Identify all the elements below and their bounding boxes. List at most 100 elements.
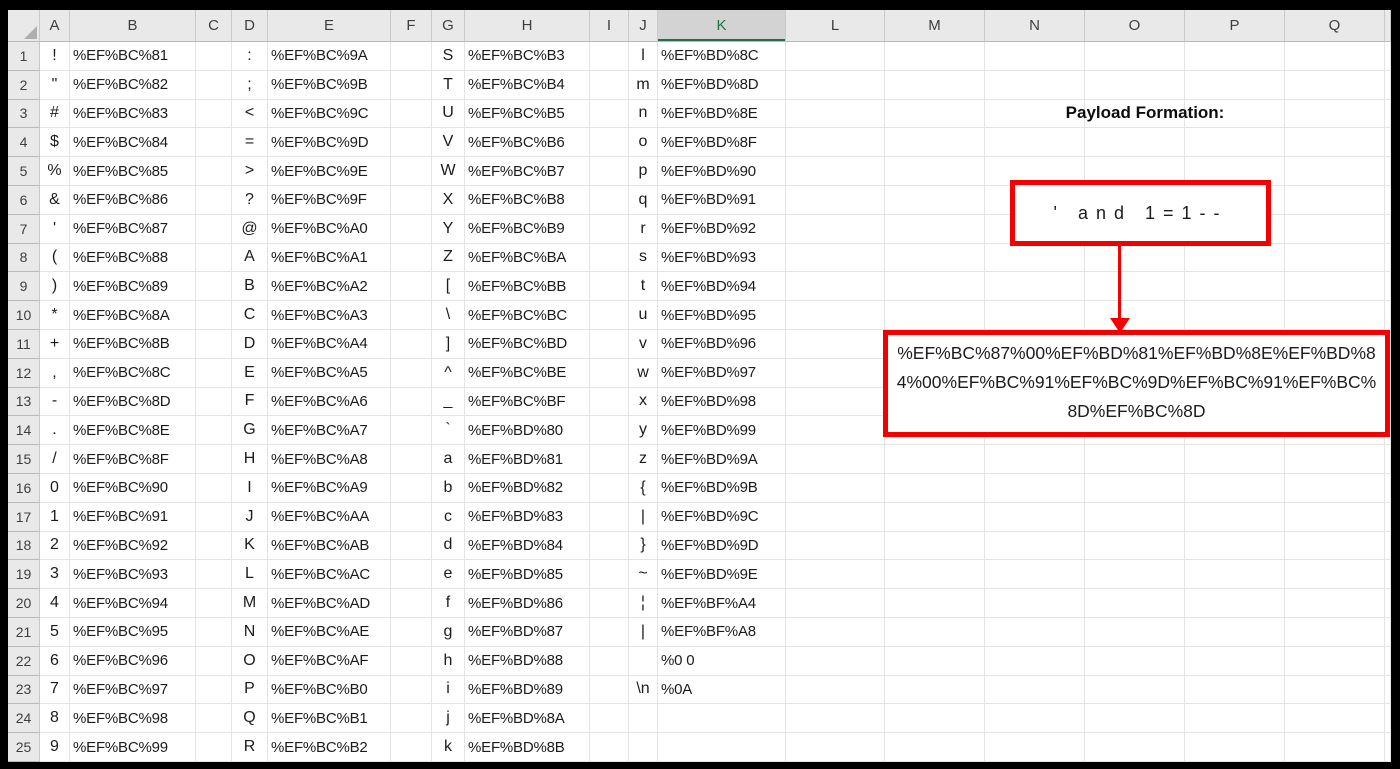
cell-J14[interactable]: y — [629, 416, 658, 446]
cell-L14[interactable] — [786, 416, 885, 446]
cell-Q17[interactable] — [1285, 502, 1385, 532]
cell-J13[interactable]: x — [629, 387, 658, 417]
column-header-i[interactable]: I — [590, 10, 629, 42]
cell-G23[interactable]: i — [432, 675, 465, 705]
cell-D25[interactable]: R — [232, 733, 268, 762]
cell-P16[interactable] — [1185, 473, 1285, 503]
row-header-6[interactable]: 6 — [8, 185, 40, 215]
cell-O16[interactable] — [1085, 473, 1185, 503]
cell-J22[interactable] — [629, 646, 658, 676]
cell-K20[interactable]: %EF%BF%A4 — [658, 589, 786, 618]
cell-E8[interactable]: %EF%BC%A1 — [268, 243, 391, 273]
cell-F10[interactable] — [391, 301, 432, 330]
cell-A16[interactable]: 0 — [40, 473, 70, 503]
cell-O25[interactable] — [1085, 733, 1185, 762]
cell-G7[interactable]: Y — [432, 214, 465, 244]
cell-B1[interactable]: %EF%BC%81 — [70, 42, 196, 71]
cell-I3[interactable] — [590, 99, 629, 129]
cell-C23[interactable] — [196, 675, 232, 705]
cell-I10[interactable] — [590, 301, 629, 330]
cell-O21[interactable] — [1085, 617, 1185, 647]
cell-G4[interactable]: V — [432, 128, 465, 158]
cell-P9[interactable] — [1185, 272, 1285, 302]
cell-F25[interactable] — [391, 733, 432, 762]
cell-E14[interactable]: %EF%BC%A7 — [268, 416, 391, 446]
cell-E19[interactable]: %EF%BC%AC — [268, 560, 391, 590]
cell-C15[interactable] — [196, 445, 232, 474]
cell-G18[interactable]: d — [432, 531, 465, 561]
cell-G12[interactable]: ^ — [432, 358, 465, 388]
cell-D17[interactable]: J — [232, 502, 268, 532]
cell-P21[interactable] — [1185, 617, 1285, 647]
cell-N23[interactable] — [985, 675, 1085, 705]
cell-A2[interactable]: " — [40, 70, 70, 100]
cell-I1[interactable] — [590, 42, 629, 71]
cell-B23[interactable]: %EF%BC%97 — [70, 675, 196, 705]
cell-N21[interactable] — [985, 617, 1085, 647]
cell-D22[interactable]: O — [232, 646, 268, 676]
cell-G5[interactable]: W — [432, 157, 465, 186]
cell-K13[interactable]: %EF%BD%98 — [658, 387, 786, 417]
cell-G16[interactable]: b — [432, 473, 465, 503]
cell-D10[interactable]: C — [232, 301, 268, 330]
cell-P8[interactable] — [1185, 243, 1285, 273]
cell-D14[interactable]: G — [232, 416, 268, 446]
cell-K9[interactable]: %EF%BD%94 — [658, 272, 786, 302]
cell-N20[interactable] — [985, 589, 1085, 618]
cell-F16[interactable] — [391, 473, 432, 503]
cell-A9[interactable]: ) — [40, 272, 70, 302]
cell-P1[interactable] — [1185, 42, 1285, 71]
cell-Q15[interactable] — [1285, 445, 1385, 474]
row-header-21[interactable]: 21 — [8, 617, 40, 647]
cell-B16[interactable]: %EF%BC%90 — [70, 473, 196, 503]
cell-M24[interactable] — [885, 704, 985, 734]
cell-B25[interactable]: %EF%BC%99 — [70, 733, 196, 762]
cell-L4[interactable] — [786, 128, 885, 158]
cell-L18[interactable] — [786, 531, 885, 561]
cell-N16[interactable] — [985, 473, 1085, 503]
cell-J20[interactable]: ¦ — [629, 589, 658, 618]
cell-F17[interactable] — [391, 502, 432, 532]
cell-D5[interactable]: > — [232, 157, 268, 186]
cell-L23[interactable] — [786, 675, 885, 705]
cell-H17[interactable]: %EF%BD%83 — [465, 502, 590, 532]
cell-P20[interactable] — [1185, 589, 1285, 618]
cell-A18[interactable]: 2 — [40, 531, 70, 561]
down-arrow-stem[interactable] — [1118, 246, 1121, 320]
cell-P22[interactable] — [1185, 646, 1285, 676]
cell-B3[interactable]: %EF%BC%83 — [70, 99, 196, 129]
cell-Q6[interactable] — [1285, 185, 1385, 215]
cell-E6[interactable]: %EF%BC%9F — [268, 185, 391, 215]
cell-F14[interactable] — [391, 416, 432, 446]
cell-I12[interactable] — [590, 358, 629, 388]
cell-J16[interactable]: { — [629, 473, 658, 503]
cell-K23[interactable]: %0A — [658, 675, 786, 705]
cell-F15[interactable] — [391, 445, 432, 474]
cell-B13[interactable]: %EF%BC%8D — [70, 387, 196, 417]
cell-A1[interactable]: ! — [40, 42, 70, 71]
column-header-e[interactable]: E — [268, 10, 391, 42]
cell-G17[interactable]: c — [432, 502, 465, 532]
cell-F1[interactable] — [391, 42, 432, 71]
cell-O24[interactable] — [1085, 704, 1185, 734]
cell-H25[interactable]: %EF%BD%8B — [465, 733, 590, 762]
cell-A11[interactable]: + — [40, 329, 70, 359]
cell-D12[interactable]: E — [232, 358, 268, 388]
cell-L15[interactable] — [786, 445, 885, 474]
cell-I23[interactable] — [590, 675, 629, 705]
cell-J1[interactable]: l — [629, 42, 658, 71]
cell-P2[interactable] — [1185, 70, 1285, 100]
cell-B7[interactable]: %EF%BC%87 — [70, 214, 196, 244]
cell-D21[interactable]: N — [232, 617, 268, 647]
cell-I11[interactable] — [590, 329, 629, 359]
column-header-n[interactable]: N — [985, 10, 1085, 42]
cell-A24[interactable]: 8 — [40, 704, 70, 734]
cell-Q16[interactable] — [1285, 473, 1385, 503]
row-header-5[interactable]: 5 — [8, 157, 40, 186]
cell-H12[interactable]: %EF%BC%BE — [465, 358, 590, 388]
cell-N19[interactable] — [985, 560, 1085, 590]
cell-F12[interactable] — [391, 358, 432, 388]
select-all-button[interactable] — [8, 10, 40, 42]
cell-C21[interactable] — [196, 617, 232, 647]
cell-G1[interactable]: S — [432, 42, 465, 71]
